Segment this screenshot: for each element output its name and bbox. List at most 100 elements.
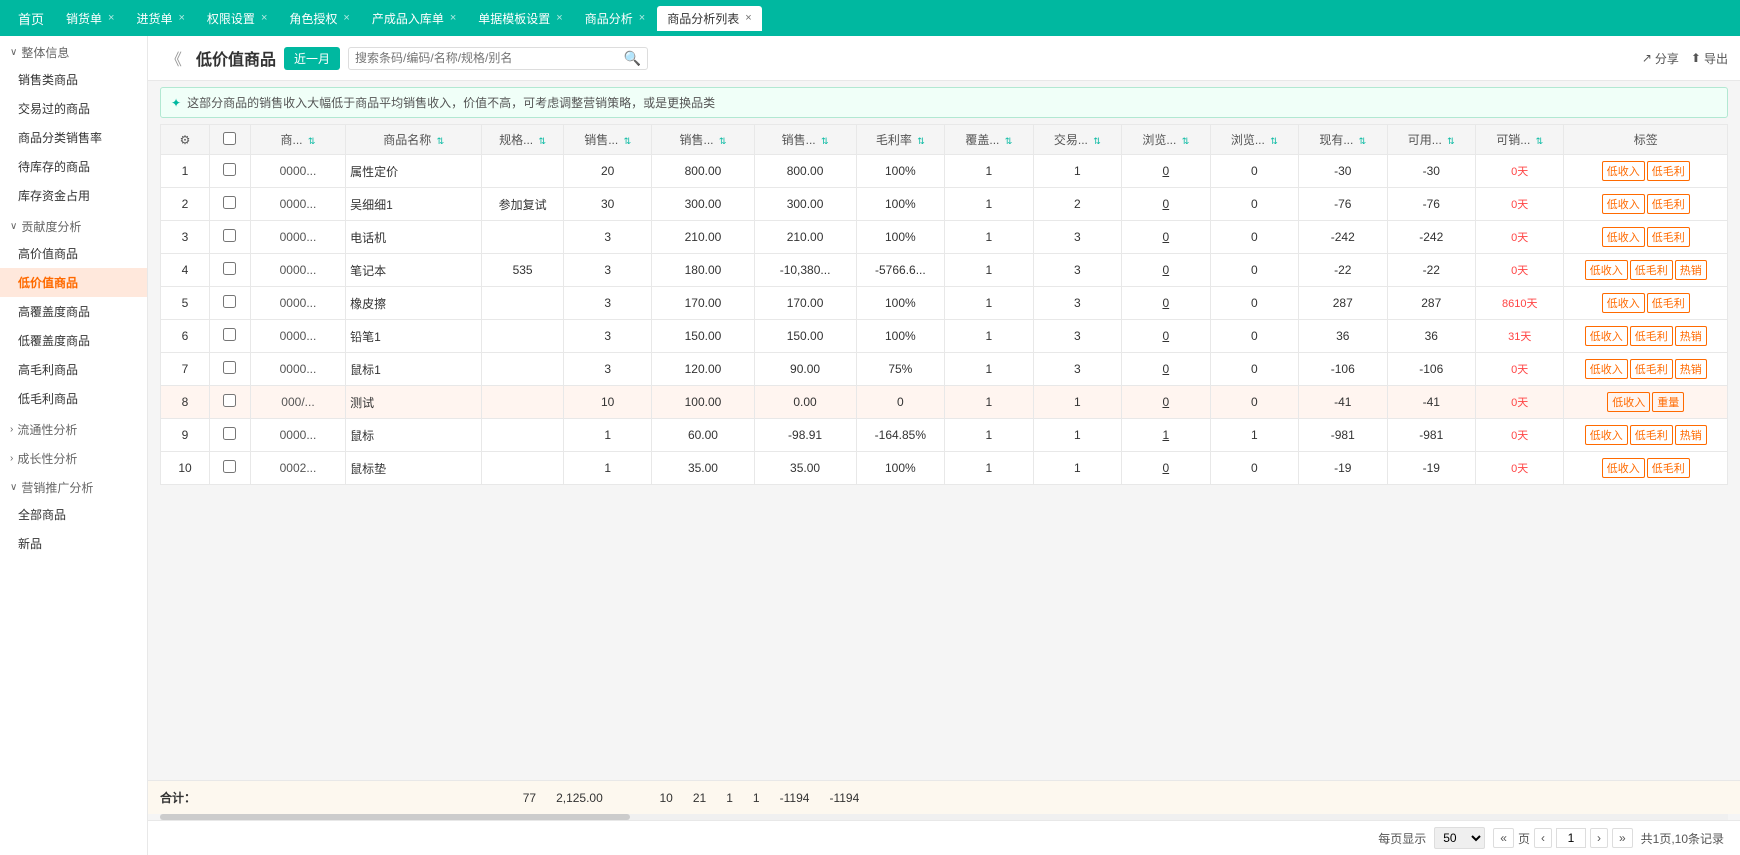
col-header-code[interactable]: 商... ⇅ <box>250 125 345 155</box>
collapse-button[interactable]: 《 <box>160 44 188 72</box>
nav-product-analysis-list[interactable]: 商品分析列表 × <box>657 6 761 31</box>
sidebar-group-circulation[interactable]: › 流通性分析 <box>0 413 147 442</box>
close-icon[interactable]: × <box>556 12 562 24</box>
row-checkbox[interactable] <box>223 163 236 176</box>
cell-check[interactable] <box>210 254 251 287</box>
close-icon[interactable]: × <box>639 12 645 24</box>
sidebar-item-high-value[interactable]: 高价值商品 <box>0 239 147 268</box>
sidebar-group-overall[interactable]: ∨ 整体信息 <box>0 36 147 65</box>
col-header-view1[interactable]: 浏览... ⇅ <box>1122 125 1210 155</box>
col-header-avail[interactable]: 可用... ⇅ <box>1387 125 1475 155</box>
last-page-button[interactable]: » <box>1612 828 1633 848</box>
cell-check[interactable] <box>210 452 251 485</box>
row-checkbox[interactable] <box>223 196 236 209</box>
view-link[interactable]: 0 <box>1162 164 1169 178</box>
cell-view1[interactable]: 0 <box>1122 386 1210 419</box>
row-checkbox[interactable] <box>223 361 236 374</box>
cell-view1[interactable]: 0 <box>1122 221 1210 254</box>
sidebar-item-low-profit[interactable]: 低毛利商品 <box>0 384 147 413</box>
close-icon[interactable]: × <box>108 12 114 24</box>
per-page-select[interactable]: 50 20 100 <box>1434 827 1485 849</box>
col-header-idx[interactable]: ⚙ <box>161 125 210 155</box>
row-checkbox[interactable] <box>223 229 236 242</box>
sidebar-group-marketing[interactable]: ∨ 营销推广分析 <box>0 471 147 500</box>
sidebar-item-all-goods[interactable]: 全部商品 <box>0 500 147 529</box>
col-header-sales-qty[interactable]: 销售... ⇅ <box>563 125 651 155</box>
tag-heavy[interactable]: 重量 <box>1652 392 1684 412</box>
col-header-cover[interactable]: 覆盖... ⇅ <box>945 125 1033 155</box>
nav-template-settings[interactable]: 单据模板设置 × <box>468 6 572 31</box>
col-header-margin[interactable]: 毛利率 ⇅ <box>856 125 944 155</box>
next-page-button[interactable]: › <box>1590 828 1608 848</box>
sidebar-item-pending-stock[interactable]: 待库存的商品 <box>0 152 147 181</box>
view-link[interactable]: 1 <box>1162 428 1169 442</box>
col-header-trade[interactable]: 交易... ⇅ <box>1033 125 1121 155</box>
close-icon[interactable]: × <box>745 12 751 24</box>
sidebar-item-low-value[interactable]: 低价值商品 <box>0 268 147 297</box>
page-number-input[interactable] <box>1556 828 1586 848</box>
close-icon[interactable]: × <box>261 12 267 24</box>
nav-sales-order[interactable]: 销货单 × <box>56 6 124 31</box>
sidebar-group-growth[interactable]: › 成长性分析 <box>0 442 147 471</box>
col-header-curr[interactable]: 现有... ⇅ <box>1299 125 1387 155</box>
sidebar-item-sales-goods[interactable]: 销售类商品 <box>0 65 147 94</box>
cell-view1[interactable]: 0 <box>1122 320 1210 353</box>
search-icon[interactable]: 🔍 <box>624 50 641 67</box>
col-header-check[interactable] <box>210 125 251 155</box>
nav-product-entry[interactable]: 产成品入库单 × <box>362 6 466 31</box>
view-link[interactable]: 0 <box>1162 362 1169 376</box>
sidebar-item-low-coverage[interactable]: 低覆盖度商品 <box>0 326 147 355</box>
sidebar-item-high-profit[interactable]: 高毛利商品 <box>0 355 147 384</box>
sidebar-item-traded-goods[interactable]: 交易过的商品 <box>0 94 147 123</box>
col-header-tag[interactable]: 标签 <box>1564 125 1728 155</box>
nav-home[interactable]: 首页 <box>8 5 54 32</box>
col-header-sales-amt[interactable]: 销售... ⇅ <box>652 125 754 155</box>
row-checkbox[interactable] <box>223 460 236 473</box>
cell-check[interactable] <box>210 287 251 320</box>
col-header-name[interactable]: 商品名称 ⇅ <box>346 125 482 155</box>
row-checkbox[interactable] <box>223 328 236 341</box>
view-link[interactable]: 0 <box>1162 263 1169 277</box>
sidebar-item-category-rate[interactable]: 商品分类销售率 <box>0 123 147 152</box>
cell-check[interactable] <box>210 419 251 452</box>
nav-role-auth[interactable]: 角色授权 × <box>279 6 359 31</box>
view-link[interactable]: 0 <box>1162 230 1169 244</box>
cell-check[interactable] <box>210 320 251 353</box>
row-checkbox[interactable] <box>223 394 236 407</box>
row-checkbox[interactable] <box>223 262 236 275</box>
col-header-sales-other[interactable]: 销售... ⇅ <box>754 125 856 155</box>
sidebar-group-contribution[interactable]: ∨ 贡献度分析 <box>0 210 147 239</box>
cell-view1[interactable]: 0 <box>1122 188 1210 221</box>
cell-check[interactable] <box>210 353 251 386</box>
cell-view1[interactable]: 0 <box>1122 353 1210 386</box>
col-header-view2[interactable]: 浏览... ⇅ <box>1210 125 1298 155</box>
sidebar-item-new-goods[interactable]: 新品 <box>0 529 147 558</box>
nav-purchase[interactable]: 进货单 × <box>126 6 194 31</box>
sidebar-item-inventory-funds[interactable]: 库存资金占用 <box>0 181 147 210</box>
export-button[interactable]: ⬆ 导出 <box>1691 50 1728 67</box>
share-button[interactable]: ↗ 分享 <box>1642 50 1679 67</box>
view-link[interactable]: 0 <box>1162 329 1169 343</box>
cell-check[interactable] <box>210 221 251 254</box>
cell-view1[interactable]: 0 <box>1122 287 1210 320</box>
row-checkbox[interactable] <box>223 295 236 308</box>
sidebar-item-high-coverage[interactable]: 高覆盖度商品 <box>0 297 147 326</box>
cell-view1[interactable]: 0 <box>1122 254 1210 287</box>
settings-icon[interactable]: ⚙ <box>180 133 191 147</box>
cell-check[interactable] <box>210 386 251 419</box>
view-link[interactable]: 0 <box>1162 461 1169 475</box>
select-all-checkbox[interactable] <box>223 132 236 145</box>
cell-view1[interactable]: 0 <box>1122 155 1210 188</box>
close-icon[interactable]: × <box>178 12 184 24</box>
cell-check[interactable] <box>210 188 251 221</box>
view-link[interactable]: 0 <box>1162 296 1169 310</box>
view-link[interactable]: 0 <box>1162 395 1169 409</box>
search-input[interactable] <box>355 51 620 65</box>
cell-check[interactable] <box>210 155 251 188</box>
col-header-spec[interactable]: 规格... ⇅ <box>482 125 564 155</box>
first-page-button[interactable]: « <box>1493 828 1514 848</box>
col-header-sell[interactable]: 可销... ⇅ <box>1476 125 1564 155</box>
close-icon[interactable]: × <box>450 12 456 24</box>
prev-page-button[interactable]: ‹ <box>1534 828 1552 848</box>
cell-view1[interactable]: 1 <box>1122 419 1210 452</box>
